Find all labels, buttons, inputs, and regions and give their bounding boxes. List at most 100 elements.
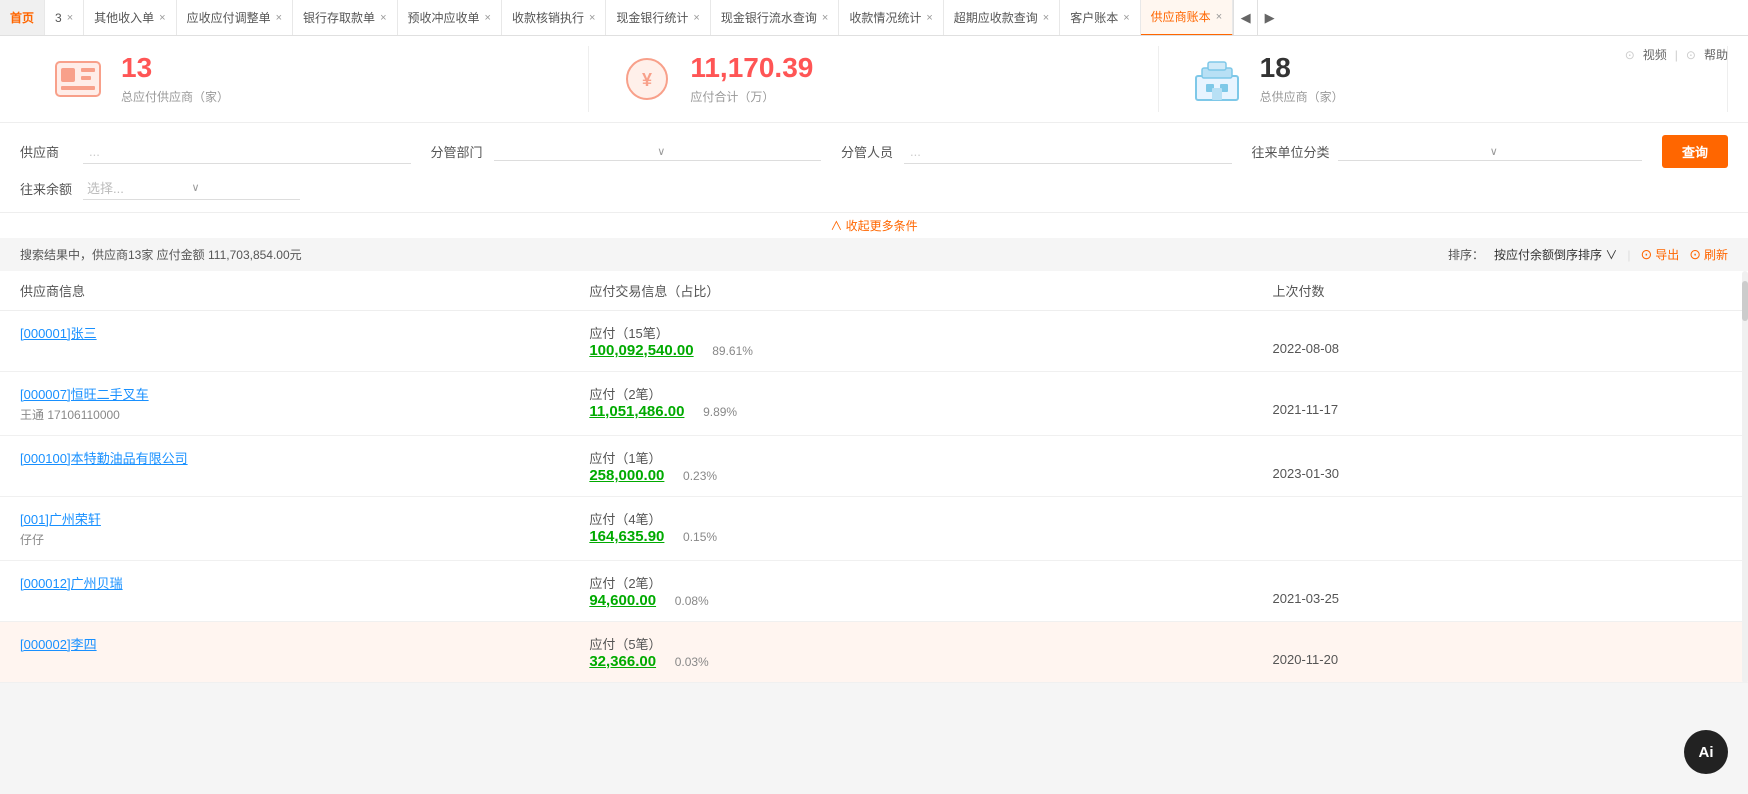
nav-tab-supplier-ledger-close[interactable]: × — [1216, 11, 1222, 23]
table-row: [001]广州荣轩 仔仔 应付（4笔） 164,635.90 0.15% — [0, 497, 1748, 561]
supplier-link[interactable]: [000001]张三 — [20, 326, 97, 341]
refresh-button[interactable]: ⊙ 刷新 — [1689, 246, 1728, 263]
transaction-amount[interactable]: 100,092,540.00 — [589, 342, 693, 359]
supplier-link[interactable]: [000100]本特勤油品有限公司 — [20, 451, 188, 466]
supplier-info-cell: [001]广州荣轩 仔仔 — [20, 509, 589, 548]
table-row: [000001]张三 应付（15笔） 100,092,540.00 89.61%… — [0, 311, 1748, 372]
supplier-info-cell: [000012]广州贝瑞 — [20, 573, 589, 592]
summary-text-payable-amount: 11,170.39 应付合计（万） — [690, 53, 813, 105]
transaction-pct: 9.89% — [703, 405, 737, 419]
filter-item-person: 分管人员 — [841, 140, 1232, 164]
refresh-label: 刷新 — [1704, 246, 1728, 263]
nav-tab-bank-deposit-close[interactable]: × — [380, 12, 386, 24]
nav-tab-other-income[interactable]: 其他收入单 × — [84, 0, 176, 36]
transaction-pct: 89.61% — [712, 344, 753, 358]
nav-tab-cash-bank-query-close[interactable]: × — [822, 12, 828, 24]
summary-text-payable-suppliers: 13 总应付供应商（家） — [121, 53, 229, 105]
nav-tab-receipt-verify-close[interactable]: × — [589, 12, 595, 24]
last-payment-cell: 2020-11-20 — [1273, 634, 1728, 667]
supplier-info-cell: [000100]本特勤油品有限公司 — [20, 448, 589, 467]
nav-tab-bank-deposit[interactable]: 银行存取款单 × — [293, 0, 397, 36]
export-label: 导出 — [1655, 246, 1679, 263]
nav-tab-other-income-close[interactable]: × — [159, 12, 165, 24]
scrollbar-vertical[interactable] — [1742, 271, 1748, 683]
total-suppliers-number: 18 — [1260, 53, 1344, 84]
transaction-info-cell: 应付（5笔） 32,366.00 0.03% — [589, 634, 1272, 670]
nav-tab-3[interactable]: 3 × — [45, 0, 84, 36]
nav-tab-home[interactable]: 首页 — [0, 0, 45, 36]
last-payment-cell: 2021-03-25 — [1273, 573, 1728, 606]
top-right-links: ⊙ 视频 | ⊙ 帮助 — [1625, 46, 1728, 63]
nav-tab-receipt-stat-close[interactable]: × — [926, 12, 932, 24]
supplier-link[interactable]: [001]广州荣轩 — [20, 512, 101, 527]
nav-tab-pre-receive[interactable]: 预收冲应收单 × — [398, 0, 502, 36]
payable-suppliers-label: 总应付供应商（家） — [121, 88, 229, 105]
svg-text:¥: ¥ — [642, 70, 652, 90]
supplier-filter-label: 供应商 — [20, 142, 75, 161]
nav-tab-home-label: 首页 — [10, 9, 34, 26]
help-link[interactable]: 帮助 — [1704, 46, 1728, 63]
summary-card-payable-amount: ¥ 11,170.39 应付合计（万） — [589, 46, 1158, 112]
filter-item-category: 往来单位分类 ∨ — [1252, 142, 1643, 161]
collapse-bar[interactable]: ∧ 收起更多条件 — [0, 213, 1748, 238]
supplier-link[interactable]: [000002]李四 — [20, 637, 97, 652]
nav-tab-cash-bank-stat-label: 现金银行统计 — [616, 9, 688, 26]
nav-tab-ar-ap-adjust-label: 应收应付调整单 — [187, 9, 271, 26]
nav-tab-customer-ledger-close[interactable]: × — [1123, 12, 1129, 24]
last-payment-cell — [1273, 509, 1728, 527]
nav-tab-receipt-stat[interactable]: 收款情况统计 × — [839, 0, 943, 36]
video-link[interactable]: 视频 — [1643, 46, 1667, 63]
nav-tab-pre-receive-close[interactable]: × — [485, 12, 491, 24]
person-filter-input[interactable] — [904, 140, 1232, 164]
nav-arrow-left[interactable]: ◀ — [1233, 0, 1257, 36]
table-header: 供应商信息 应付交易信息（占比） 上次付数 — [0, 271, 1748, 311]
balance-filter-select[interactable]: 选择... ∨ — [83, 176, 300, 200]
filter-item-supplier: 供应商 — [20, 140, 411, 164]
payable-suppliers-number: 13 — [121, 53, 229, 84]
nav-tab-receipt-stat-label: 收款情况统计 — [849, 9, 921, 26]
balance-filter-label: 往来余额 — [20, 179, 75, 198]
query-button[interactable]: 查询 — [1662, 135, 1728, 168]
nav-arrow-right[interactable]: ▶ — [1257, 0, 1281, 36]
transaction-amount[interactable]: 32,366.00 — [589, 653, 656, 670]
filter-area: 供应商 分管部门 ∨ 分管人员 往来单位分类 ∨ 查询 往来余额 选择 — [0, 123, 1748, 213]
category-filter-arrow: ∨ — [1490, 145, 1638, 158]
transaction-amount[interactable]: 258,000.00 — [589, 467, 664, 484]
transaction-label: 应付（5笔） — [589, 634, 1272, 653]
supplier-filter-input[interactable] — [83, 140, 411, 164]
supplier-sub-info: 仔仔 — [20, 531, 589, 548]
nav-tab-cash-bank-stat[interactable]: 现金银行统计 × — [606, 0, 710, 36]
supplier-icon-3 — [1189, 51, 1245, 107]
supplier-sub-info: 王通 17106110000 — [20, 406, 589, 423]
collapse-label[interactable]: ∧ 收起更多条件 — [830, 219, 917, 233]
transaction-label: 应付（2笔） — [589, 384, 1272, 403]
transaction-info-cell: 应付（1笔） 258,000.00 0.23% — [589, 448, 1272, 484]
filter-row-1: 供应商 分管部门 ∨ 分管人员 往来单位分类 ∨ 查询 — [20, 135, 1728, 168]
ai-badge[interactable]: Ai — [1684, 730, 1728, 774]
transaction-info-cell: 应付（2笔） 11,051,486.00 9.89% — [589, 384, 1272, 420]
nav-tab-receipt-verify[interactable]: 收款核销执行 × — [502, 0, 606, 36]
nav-tab-customer-ledger[interactable]: 客户账本 × — [1060, 0, 1140, 36]
nav-tab-3-close[interactable]: × — [67, 12, 73, 24]
transaction-amount[interactable]: 94,600.00 — [589, 592, 656, 609]
dept-filter-select[interactable]: ∨ — [494, 143, 822, 161]
nav-tab-overdue-ar-close[interactable]: × — [1043, 12, 1049, 24]
nav-tab-cash-bank-stat-close[interactable]: × — [693, 12, 699, 24]
result-summary-text: 搜索结果中，供应商13家 应付金额 111,703,854.00元 — [20, 246, 302, 263]
export-button[interactable]: ⊙ 导出 — [1641, 246, 1680, 263]
category-filter-select[interactable]: ∨ — [1338, 143, 1642, 161]
sort-value[interactable]: 按应付余额倒序排序 ∨ — [1494, 246, 1617, 263]
nav-tab-ar-ap-adjust-close[interactable]: × — [276, 12, 282, 24]
transaction-amount[interactable]: 11,051,486.00 — [589, 403, 684, 420]
supplier-info-cell: [000002]李四 — [20, 634, 589, 653]
nav-tab-cash-bank-query[interactable]: 现金银行流水查询 × — [711, 0, 839, 36]
supplier-link[interactable]: [000007]恒旺二手叉车 — [20, 387, 149, 402]
scrollbar-thumb[interactable] — [1742, 281, 1748, 321]
nav-tab-ar-ap-adjust[interactable]: 应收应付调整单 × — [177, 0, 293, 36]
transaction-pct: 0.23% — [683, 469, 717, 483]
table-row: [000100]本特勤油品有限公司 应付（1笔） 258,000.00 0.23… — [0, 436, 1748, 497]
nav-tab-overdue-ar[interactable]: 超期应收款查询 × — [944, 0, 1060, 36]
nav-tab-supplier-ledger[interactable]: 供应商账本 × — [1141, 0, 1233, 36]
supplier-link[interactable]: [000012]广州贝瑞 — [20, 576, 123, 591]
transaction-amount[interactable]: 164,635.90 — [589, 528, 664, 545]
